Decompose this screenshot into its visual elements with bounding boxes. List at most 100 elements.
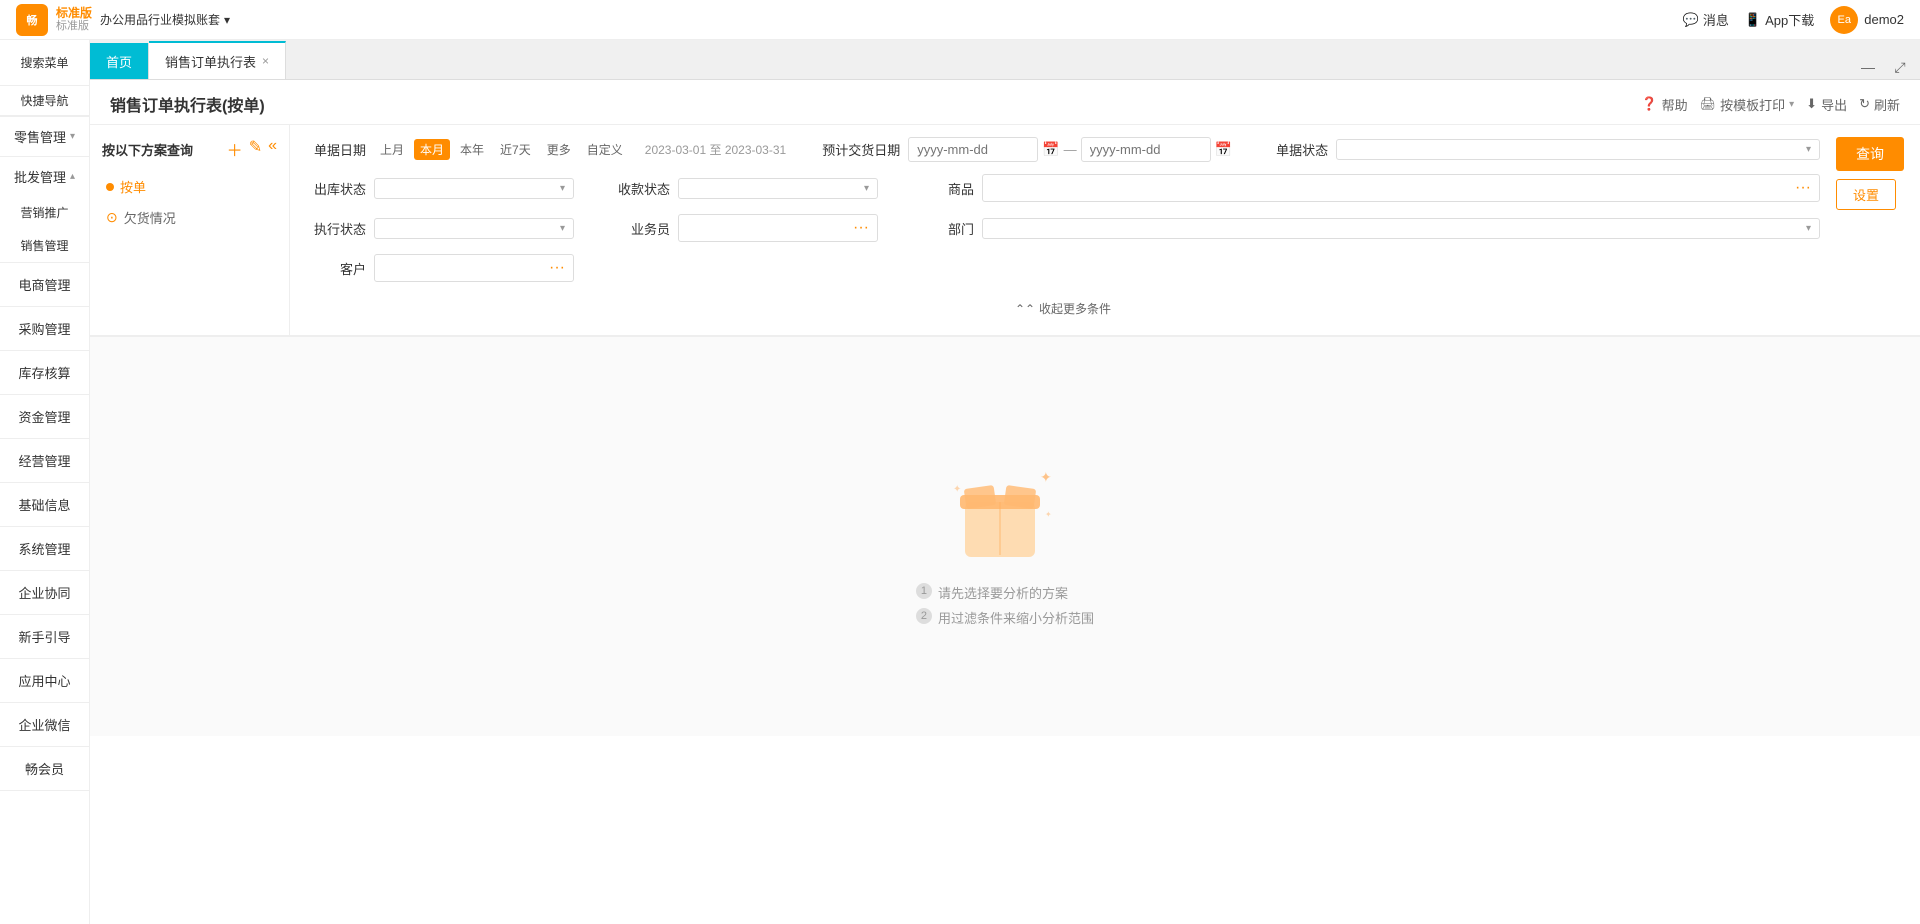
filter-expected-date-item: 预计交货日期 📅 — 📅 xyxy=(822,137,1232,162)
date-btn-more[interactable]: 更多 xyxy=(541,139,577,160)
collapse-up-icon: ⌃⌃ xyxy=(1015,302,1035,316)
calendar-end-icon[interactable]: 📅 xyxy=(1215,141,1232,158)
goods-dots-icon[interactable]: ··· xyxy=(1795,179,1811,197)
industry-arrow-icon: ▾ xyxy=(224,13,230,27)
filter-date-label: 单据日期 xyxy=(306,140,366,159)
sidebar-item-inventory[interactable]: 库存核算 xyxy=(0,351,89,395)
sidebar-item-purchase[interactable]: 采购管理 xyxy=(0,307,89,351)
scheme-item-by-order[interactable]: 按单 xyxy=(102,171,277,202)
sidebar-item-wholesale[interactable]: 批发管理 ▴ xyxy=(0,157,89,196)
sidebar-item-member[interactable]: 畅会员 xyxy=(0,747,89,791)
filter-salesman-input-wrapper[interactable]: ··· xyxy=(678,214,878,242)
filter-customer-item: 客户 ··· xyxy=(306,254,574,282)
query-button[interactable]: 查询 xyxy=(1836,137,1904,171)
sidebar-item-retail[interactable]: 零售管理 ▾ xyxy=(0,117,89,156)
tab-home-label: 首页 xyxy=(106,52,132,71)
filter-row-4: 客户 ··· xyxy=(306,254,1820,282)
sidebar-shortcut-label[interactable]: 快捷导航 xyxy=(0,86,89,116)
avatar-text: Ea xyxy=(1838,14,1851,26)
help-label: 帮助 xyxy=(1662,95,1688,114)
print-btn[interactable]: 🖨 按模板打印 ▾ xyxy=(1700,95,1795,114)
export-btn[interactable]: ⬇ 导出 xyxy=(1806,95,1847,114)
empty-hint-2: 2 用过滤条件来缩小分析范围 xyxy=(916,608,1094,627)
sidebar-item-wechat[interactable]: 企业微信 xyxy=(0,703,89,747)
salesman-dots-icon[interactable]: ··· xyxy=(853,219,869,237)
filter-row-3: 执行状态 ▾ 业务员 xyxy=(306,214,1820,242)
export-icon: ⬇ xyxy=(1806,96,1817,112)
setting-button[interactable]: 设置 xyxy=(1836,179,1896,210)
sidebar-item-marketing[interactable]: 营销推广 xyxy=(0,196,89,229)
empty-state: ✦ ✦ ✦ 1 请先选择要分析的方案 2 xyxy=(916,447,1094,627)
wholesale-arrow-icon: ▴ xyxy=(70,171,75,182)
filter-customer-input-wrapper[interactable]: ··· xyxy=(374,254,574,282)
page-header-actions: ❓ 帮助 🖨 按模板打印 ▾ ⬇ 导出 ↻ xyxy=(1641,95,1900,114)
tab-close-icon[interactable]: × xyxy=(262,54,269,68)
sidebar-search-label[interactable]: 搜索菜单 xyxy=(8,48,81,77)
date-btn-custom[interactable]: 自定义 xyxy=(581,139,629,160)
page-title: 销售订单执行表(按单) xyxy=(110,92,265,116)
app-download-btn[interactable]: 📱 App下载 xyxy=(1745,10,1814,29)
date-range-text: 2023-03-01 至 2023-03-31 xyxy=(645,141,786,158)
tab-minimize-btn[interactable]: — xyxy=(1856,55,1880,79)
help-btn[interactable]: ❓ 帮助 xyxy=(1641,95,1687,114)
sidebar-item-basic-info[interactable]: 基础信息 xyxy=(0,483,89,527)
industry-select[interactable]: 办公用品行业模拟账套 ▾ xyxy=(100,11,230,28)
refresh-btn[interactable]: ↻ 刷新 xyxy=(1859,95,1900,114)
collapse-btn[interactable]: ⌃⌃ 收起更多条件 xyxy=(306,294,1820,323)
filter-dept-select[interactable]: ▾ xyxy=(982,218,1820,239)
collapse-label: 收起更多条件 xyxy=(1039,300,1111,317)
sidebar-item-finance[interactable]: 资金管理 xyxy=(0,395,89,439)
customer-dots-icon[interactable]: ··· xyxy=(549,259,565,277)
scheme-item-label-1: 欠货情况 xyxy=(124,208,176,227)
app-tagline: 标准版 xyxy=(56,20,92,33)
filter-payment-item: 收款状态 ▾ xyxy=(610,178,878,199)
industry-label: 办公用品行业模拟账套 xyxy=(100,11,220,28)
svg-text:✦: ✦ xyxy=(1040,469,1052,485)
dept-chevron-icon: ▾ xyxy=(1806,223,1811,234)
filter-expected-date-group: 📅 — 📅 xyxy=(908,137,1232,162)
sidebar-item-operations[interactable]: 经营管理 xyxy=(0,439,89,483)
filter-goods-label: 商品 xyxy=(914,179,974,198)
sidebar-item-onboarding[interactable]: 新手引导 xyxy=(0,615,89,659)
filter-stock-item: 出库状态 ▾ xyxy=(306,178,574,199)
sidebar-item-ecommerce[interactable]: 电商管理 xyxy=(0,263,89,307)
scheme-collapse-icon[interactable]: « xyxy=(268,137,277,161)
filter-goods-input-wrapper[interactable]: ··· xyxy=(982,174,1820,202)
sidebar-item-system[interactable]: 系统管理 xyxy=(0,527,89,571)
filter-stock-select[interactable]: ▾ xyxy=(374,178,574,199)
payment-chevron-icon: ▾ xyxy=(864,183,869,194)
filter-status-select[interactable]: ▾ xyxy=(1336,139,1820,160)
date-btn-prev-month[interactable]: 上月 xyxy=(374,139,410,160)
user-menu[interactable]: Ea demo2 xyxy=(1830,6,1904,34)
empty-svg: ✦ ✦ ✦ xyxy=(945,447,1065,567)
date-btn-7days[interactable]: 近7天 xyxy=(494,139,537,160)
scheme-item-shortage[interactable]: ⊙ 欠货情况 xyxy=(102,202,277,233)
filter-customer-label: 客户 xyxy=(306,259,366,278)
calendar-start-icon[interactable]: 📅 xyxy=(1042,141,1059,158)
sidebar-item-collab[interactable]: 企业协同 xyxy=(0,571,89,615)
top-bar-left: 畅 标准版 标准版 办公用品行业模拟账套 ▾ xyxy=(16,4,230,36)
filter-panel: 按以下方案查询 ＋ ✎ « 按单 ⊙ xyxy=(90,125,1920,336)
expected-date-start-input[interactable] xyxy=(908,137,1038,162)
empty-hint-text-2: 用过滤条件来缩小分析范围 xyxy=(938,608,1094,627)
tab-sales-order[interactable]: 销售订单执行表 × xyxy=(149,41,286,79)
filter-status-label: 单据状态 xyxy=(1268,140,1328,159)
filter-exec-item: 执行状态 ▾ xyxy=(306,218,574,239)
filter-date-group: 上月 本月 本年 近7天 更多 自定义 xyxy=(374,139,629,160)
scheme-add-icon[interactable]: ＋ xyxy=(227,137,243,161)
date-btn-current-year[interactable]: 本年 xyxy=(454,139,490,160)
sidebar-item-app-center[interactable]: 应用中心 xyxy=(0,659,89,703)
filter-exec-select[interactable]: ▾ xyxy=(374,218,574,239)
expected-date-end-input[interactable] xyxy=(1081,137,1211,162)
scheme-header-label: 按以下方案查询 xyxy=(102,140,193,159)
sidebar-item-sales[interactable]: 销售管理 xyxy=(0,229,89,262)
empty-state-container: ✦ ✦ ✦ 1 请先选择要分析的方案 2 xyxy=(90,336,1920,736)
scheme-panel: 按以下方案查询 ＋ ✎ « 按单 ⊙ xyxy=(90,125,290,335)
date-btn-current-month[interactable]: 本月 xyxy=(414,139,450,160)
filter-payment-select[interactable]: ▾ xyxy=(678,178,878,199)
tab-home[interactable]: 首页 xyxy=(90,43,149,79)
message-btn[interactable]: 💬 消息 xyxy=(1683,10,1729,29)
scheme-edit-icon[interactable]: ✎ xyxy=(249,137,262,161)
tab-maximize-btn[interactable]: ⤢ xyxy=(1888,55,1912,79)
filter-payment-label: 收款状态 xyxy=(610,179,670,198)
